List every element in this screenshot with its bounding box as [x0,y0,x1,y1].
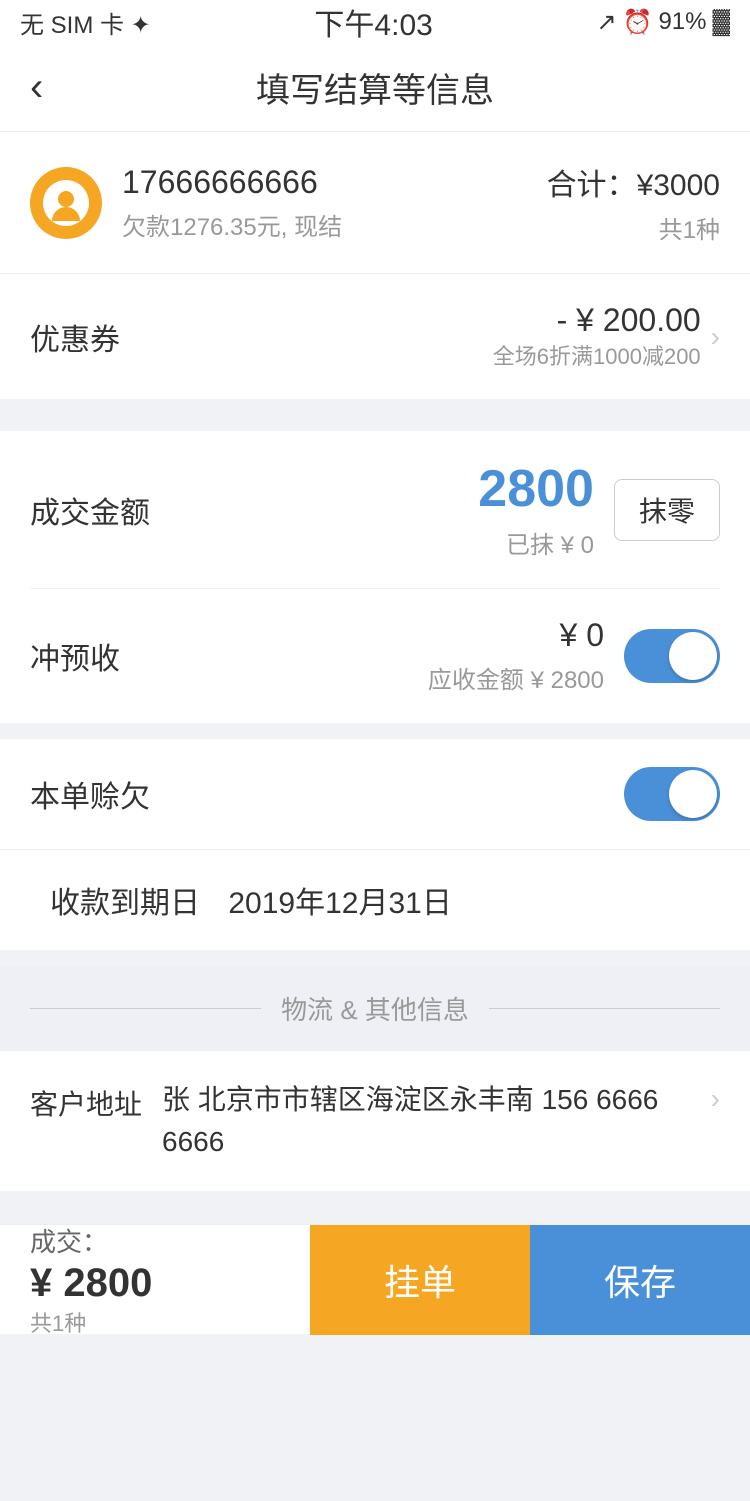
divider-3 [0,950,750,966]
customer-section: 17666666666 欠款1276.35元, 现结 合计：¥3000 共1种 … [0,132,750,399]
battery-icon: ▓ [713,8,731,36]
customer-info: 17666666666 欠款1276.35元, 现结 [122,164,547,242]
amount-col: 2800 已抹 ¥ 0 [478,459,594,560]
customer-debt: 欠款1276.35元, 现结 [122,207,547,242]
bottom-info: 成交： ¥ 2800 共1种 [0,1222,310,1338]
prepay-row: 冲预收 ¥ 0 应收金额 ¥ 2800 [30,589,720,723]
status-left: 无 SIM 卡 ✦ [20,5,151,40]
prepay-amount: ¥ 0 [428,617,604,654]
deal-amount-row: 成交金额 2800 已抹 ¥ 0 抹零 [30,431,720,589]
bottom-deal-amount: ¥ 2800 [30,1261,280,1306]
debt-section: 本单赊欠 [0,739,750,849]
total-amount: 合计：¥3000 [547,160,720,204]
deal-amount-right: 2800 已抹 ¥ 0 抹零 [478,459,720,560]
coupon-discount: - ¥ 200.00 [493,302,701,339]
customer-row: 17666666666 欠款1276.35元, 现结 合计：¥3000 共1种 [0,132,750,273]
address-content: 张 北京市市辖区海淀区永丰南 156 6666 6666 [162,1079,711,1163]
bottom-bar: 成交： ¥ 2800 共1种 挂单 保存 [0,1224,750,1334]
debt-toggle-knob [669,770,717,818]
chevron-right-icon: › [711,321,720,353]
pending-button[interactable]: 挂单 [310,1225,530,1335]
amount-section: 成交金额 2800 已抹 ¥ 0 抹零 冲预收 ¥ 0 应收金额 ¥ 2800 [0,431,750,723]
back-button[interactable]: ‹ [30,65,43,110]
total-count: 共1种 [547,210,720,245]
customer-total: 合计：¥3000 共1种 [547,160,720,245]
avatar-icon [43,180,89,226]
logistics-text: 物流 & 其他信息 [261,990,489,1027]
avatar [30,167,102,239]
logistics-line-left [30,1008,261,1009]
date-label: 收款到期日 [50,887,200,920]
already-rounded: 已抹 ¥ 0 [478,525,594,560]
prepay-right: ¥ 0 应收金额 ¥ 2800 [428,617,720,695]
coupon-row[interactable]: 优惠券 - ¥ 200.00 全场6折满1000减200 › [0,273,750,399]
address-label: 客户地址 [30,1079,142,1123]
prepay-toggle[interactable] [624,629,720,683]
save-button[interactable]: 保存 [530,1225,750,1335]
round-button[interactable]: 抹零 [614,479,720,541]
address-row[interactable]: 客户地址 张 北京市市辖区海淀区永丰南 156 6666 6666 › [0,1051,750,1191]
divider-2 [0,723,750,739]
coupon-desc: 全场6折满1000减200 [493,339,701,371]
coupon-right: - ¥ 200.00 全场6折满1000减200 › [493,302,720,371]
toggle-knob [669,632,717,680]
coupon-label: 优惠券 [30,315,120,359]
status-right: ↗ ⏰ 91% ▓ [596,8,730,37]
battery-level: 91% [658,8,706,36]
bottom-deal-count: 共1种 [30,1306,280,1338]
prepay-label: 冲预收 [30,634,120,678]
location-icon: ↗ [596,8,616,37]
prepay-values: ¥ 0 应收金额 ¥ 2800 [428,617,604,695]
date-row: 收款到期日 2019年12月31日 [0,849,750,950]
logistics-line-right [489,1008,720,1009]
alarm-icon: ⏰ [623,8,653,37]
prepay-sub: 应收金额 ¥ 2800 [428,660,604,695]
date-value: 2019年12月31日 [228,887,451,920]
deal-amount-value: 2800 [478,459,594,519]
customer-phone: 17666666666 [122,164,547,201]
bottom-deal-label: 成交： [30,1222,280,1259]
divider-1 [0,415,750,431]
logistics-divider: 物流 & 其他信息 [0,966,750,1051]
debt-label: 本单赊欠 [30,772,150,816]
debt-toggle[interactable] [624,767,720,821]
status-time: 下午4:03 [314,0,432,44]
total-label: 合计： [547,169,637,202]
sim-status: 无 SIM 卡 ✦ [20,5,151,40]
address-chevron-icon: › [711,1079,720,1115]
page-title: 填写结算等信息 [256,63,494,112]
nav-bar: ‹ 填写结算等信息 [0,44,750,132]
deal-amount-label: 成交金额 [30,488,150,532]
total-value: ¥3000 [637,169,720,202]
status-bar: 无 SIM 卡 ✦ 下午4:03 ↗ ⏰ 91% ▓ [0,0,750,44]
